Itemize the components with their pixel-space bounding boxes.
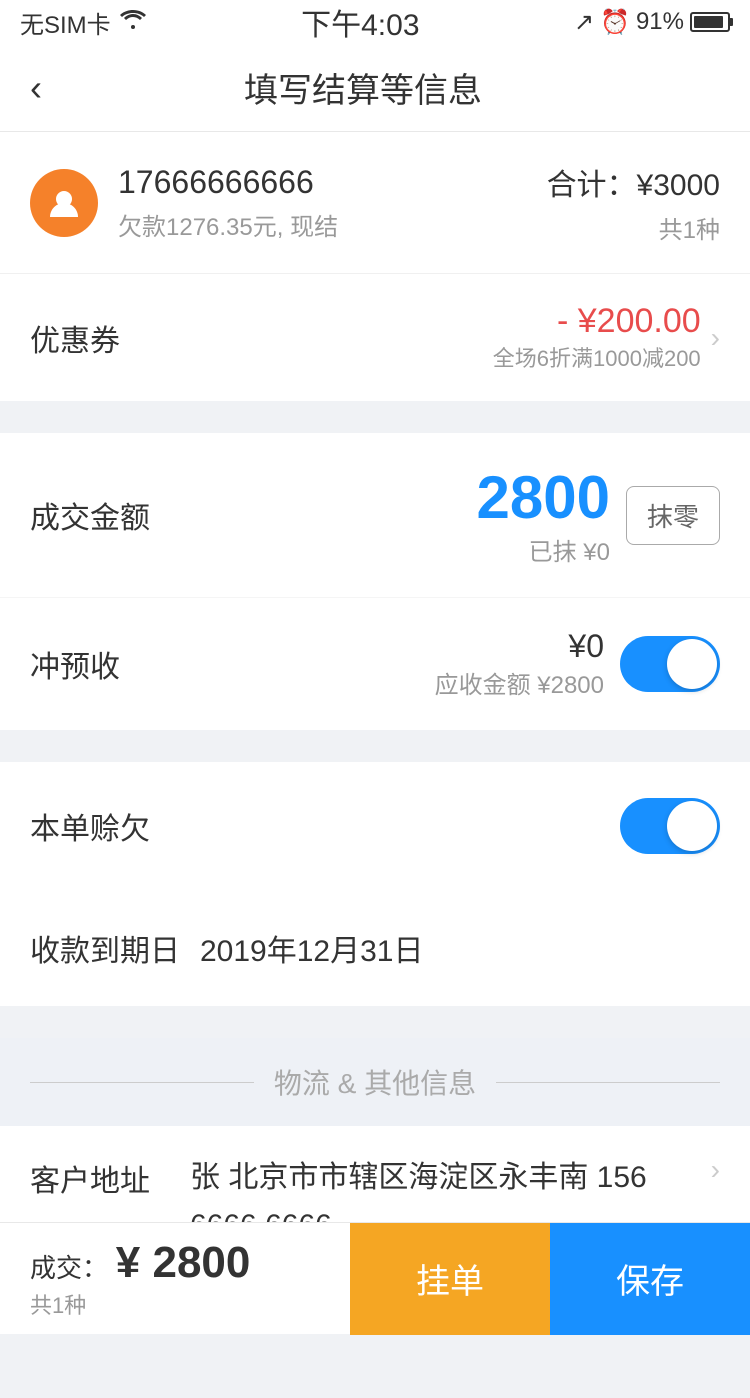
due-date-label: 收款到期日 [30,926,180,970]
header-line-right [496,1082,720,1083]
coupon-chevron: › [711,322,720,354]
nav-bar: ‹ 填写结算等信息 [0,44,750,132]
logistics-title: 物流 & 其他信息 [274,1062,476,1102]
battery-percent: 91% [636,8,684,36]
bottom-deal-row: 成交： ¥ 2800 [30,1238,320,1288]
deal-amount-value[interactable]: 2800 [477,463,610,532]
battery-icon [690,12,730,32]
bottom-summary: 成交： ¥ 2800 共1种 [0,1238,350,1320]
customer-total: 合计：¥3000 共1种 [547,160,720,245]
logistics-header: 物流 & 其他信息 [0,1038,750,1126]
prepay-toggle-thumb [667,639,717,689]
total-amount: 合计：¥3000 [547,160,720,204]
prepay-amount: ¥0 [435,628,604,665]
credit-toggle-thumb [667,801,717,851]
customer-debt: 欠款1276.35元, 现结 [118,207,547,242]
customer-phone: 17666666666 [118,164,547,201]
wifi-icon [119,8,147,36]
deal-section: 成交金额 2800 已抹 ¥0 抹零 冲预收 ¥0 应收金额 ¥2800 [0,433,750,730]
alarm-icon: ⏰ [600,8,630,37]
coupon-right: - ¥200.00 全场6折满1000减200 › [493,302,720,373]
avatar [30,169,98,237]
location-icon: ↗ [574,8,594,37]
content: 17666666666 欠款1276.35元, 现结 合计：¥3000 共1种 … [0,132,750,1398]
credit-toggle[interactable] [620,798,720,854]
prepay-col: ¥0 应收金额 ¥2800 [435,628,604,700]
pending-button[interactable]: 挂单 [350,1223,550,1335]
credit-row: 本单赊欠 [0,762,750,890]
save-button[interactable]: 保存 [550,1223,750,1335]
prepay-row: 冲预收 ¥0 应收金额 ¥2800 [0,598,750,730]
credit-label: 本单赊欠 [30,804,620,848]
due-date-row: 收款到期日 2019年12月31日 [0,890,750,1006]
deal-amount-value-area: 2800 已抹 ¥0 抹零 [190,463,720,567]
separator-1 [0,417,750,433]
status-left: 无SIM卡 [20,5,147,40]
prepay-sub: 应收金额 ¥2800 [435,665,604,700]
prepay-toggle[interactable] [620,636,720,692]
deal-amount-col: 2800 已抹 ¥0 [477,463,610,567]
coupon-row[interactable]: 优惠券 - ¥200.00 全场6折满1000减200 › [0,274,750,401]
address-chevron: › [711,1154,720,1186]
bottom-deal-count: 共1种 [30,1288,320,1320]
deal-amount-sub: 已抹 ¥0 [477,532,610,567]
header-line-left [30,1082,254,1083]
back-button[interactable]: ‹ [30,67,42,109]
bottom-deal-label: 成交： [30,1253,108,1283]
prepay-label: 冲预收 [30,642,190,686]
round-button[interactable]: 抹零 [626,486,720,545]
address-label: 客户地址 [30,1154,190,1200]
credit-card: 本单赊欠 收款到期日 2019年12月31日 [0,762,750,1006]
coupon-detail: 全场6折满1000减200 [493,341,701,373]
separator-2 [0,746,750,762]
carrier-text: 无SIM卡 [20,5,111,40]
coupon-label: 优惠券 [30,316,493,360]
prepay-value-area: ¥0 应收金额 ¥2800 [190,628,720,700]
deal-amount-label: 成交金额 [30,493,190,537]
total-count: 共1种 [547,210,720,245]
page-title: 填写结算等信息 [62,63,664,112]
bottom-bar: 成交： ¥ 2800 共1种 挂单 保存 [0,1222,750,1334]
coupon-amount: - ¥200.00 [493,302,701,341]
status-bar: 无SIM卡 下午4:03 ↗ ⏰ 91% [0,0,750,44]
deal-amount-row: 成交金额 2800 已抹 ¥0 抹零 [0,433,750,598]
status-right: ↗ ⏰ 91% [574,8,730,37]
separator-3 [0,1022,750,1038]
customer-card: 17666666666 欠款1276.35元, 现结 合计：¥3000 共1种 … [0,132,750,401]
customer-row: 17666666666 欠款1276.35元, 现结 合计：¥3000 共1种 [0,132,750,274]
due-date-value: 2019年12月31日 [200,926,423,970]
bottom-deal-amount: ¥ 2800 [116,1238,251,1287]
customer-info: 17666666666 欠款1276.35元, 现结 [118,164,547,242]
status-time: 下午4:03 [301,0,419,44]
